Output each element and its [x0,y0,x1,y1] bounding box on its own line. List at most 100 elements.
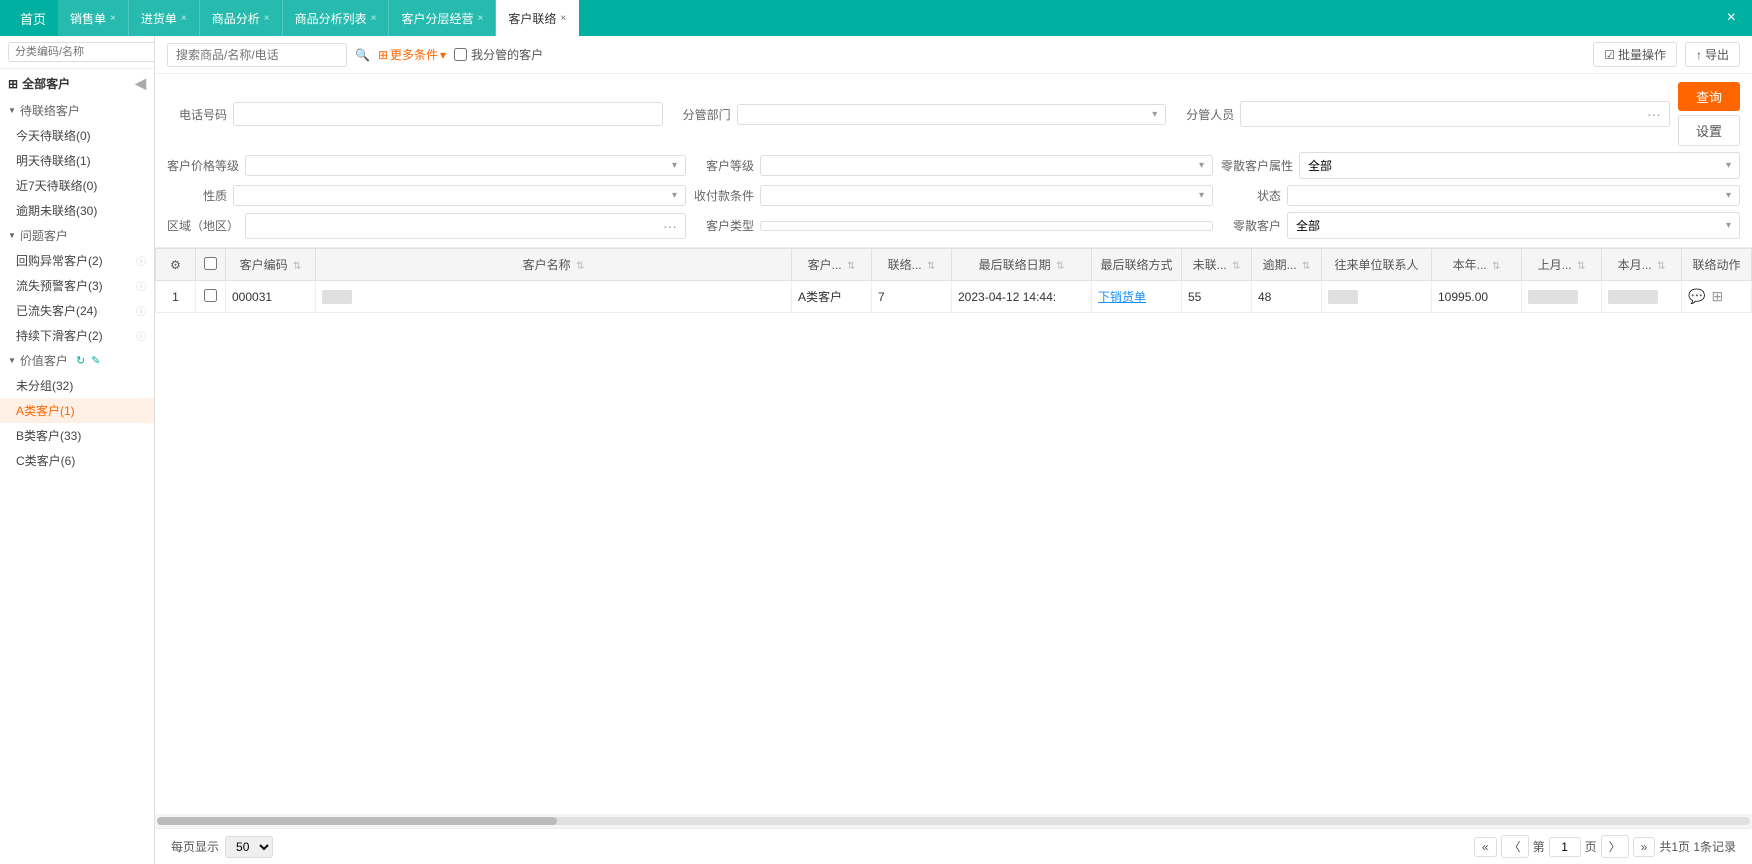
last-page-btn[interactable]: » [1633,837,1656,857]
sidebar-item-churned[interactable]: 已流失客户(24) ⓘ [0,298,154,323]
filter-bar: 🔍 ⊞ 更多条件 ▾ 我分管的客户 ☑ 批量操作 ↑ 导出 [155,36,1752,74]
col-contact-count[interactable]: 联络... ⇅ [872,249,952,281]
filter-search-input[interactable] [167,43,347,67]
col-last-month[interactable]: 上月... ⇅ [1522,249,1602,281]
nav-tab-customer-contact[interactable]: 客户联络 × [496,0,579,36]
scrollbar-thumb[interactable] [157,817,557,825]
batch-op-button[interactable]: ☑ 批量操作 [1593,42,1677,67]
grid-icon: ⊞ [8,77,18,91]
dept-select[interactable]: ▾ [737,104,1167,125]
first-page-btn[interactable]: « [1474,837,1497,857]
customer-grade-select[interactable]: ▾ [760,155,1213,176]
nav-tab-sales[interactable]: 销售单 × [58,0,129,36]
next-page-btn[interactable]: 〉 [1601,835,1629,858]
sidebar-item-7days[interactable]: 近7天待联络(0) [0,173,154,198]
close-purchase-tab[interactable]: × [181,13,187,24]
retail-customer-select[interactable]: 全部 ▾ [1287,212,1740,239]
sidebar-item-b-class[interactable]: B类客户(33) [0,423,154,448]
col-customer-type[interactable]: 客户... ⇅ [792,249,872,281]
nav-tab-analysis-list[interactable]: 商品分析列表 × [283,0,390,36]
price-grade-arrow: ▾ [672,160,677,171]
nav-tab-purchase[interactable]: 进货单 × [129,0,200,36]
edit-groups-icon[interactable]: ✎ [91,354,100,367]
nav-home[interactable]: 首页 [8,0,58,36]
row-name[interactable] [316,281,792,313]
refresh-icon[interactable]: ↻ [76,354,85,367]
problem-customers-group: ▼ 问题客户 [0,223,154,248]
select-all-checkbox[interactable] [204,257,217,270]
row-this-month [1602,281,1682,313]
prev-page-btn[interactable]: 〈 [1501,835,1529,858]
col-customer-code[interactable]: 客户编码 ⇅ [226,249,316,281]
phone-label: 电话号码 [167,106,227,123]
query-button[interactable]: 查询 [1678,82,1740,111]
row-num: 1 [156,281,196,313]
col-this-year[interactable]: 本年... ⇅ [1432,249,1522,281]
status-select[interactable]: ▾ [1287,185,1740,206]
close-sales-tab[interactable]: × [110,13,116,24]
sidebar-item-declining[interactable]: 持续下滑客户(2) ⓘ [0,323,154,348]
col-this-month[interactable]: 本月... ⇅ [1602,249,1682,281]
row-checkbox[interactable] [204,289,217,302]
sort-code-icon: ⇅ [293,261,301,272]
gender-select[interactable]: ▾ [233,185,686,206]
close-customer-tier-tab[interactable]: × [477,13,483,24]
filter-search-icon[interactable]: 🔍 [355,48,370,62]
info-icon-repurchase: ⓘ [136,253,146,268]
chat-action-icon[interactable]: 💬 [1688,288,1705,305]
gender-arrow: ▾ [672,190,677,201]
grid-action-icon[interactable]: ⊞ [1711,288,1723,305]
nav-tab-analysis[interactable]: 商品分析 × [200,0,283,36]
col-last-contact-method[interactable]: 最后联络方式 [1092,249,1182,281]
sidebar-item-churn-warning[interactable]: 流失预警客户(3) ⓘ [0,273,154,298]
price-grade-select[interactable]: ▾ [245,155,686,176]
col-last-contact-date[interactable]: 最后联络日期 ⇅ [952,249,1092,281]
close-analysis-list-tab[interactable]: × [371,13,377,24]
retail-prop-select[interactable]: 全部 ▾ [1299,152,1740,179]
close-all-button[interactable]: × [1719,9,1744,27]
col-contact-person[interactable]: 往来单位联系人 [1322,249,1432,281]
page-size-select[interactable]: 50 [225,836,273,858]
sidebar-item-tomorrow[interactable]: 明天待联络(1) [0,148,154,173]
sidebar-search-input[interactable] [8,42,155,62]
payment-select[interactable]: ▾ [760,185,1213,206]
sort-date-icon: ⇅ [1056,261,1064,272]
last-method-link[interactable]: 下销货单 [1098,290,1146,304]
col-overdue[interactable]: 逾期... ⇅ [1252,249,1322,281]
page-input[interactable] [1549,837,1581,857]
region-select[interactable]: ··· [245,213,686,239]
sort-thisyr-icon: ⇅ [1492,261,1500,272]
my-customers-checkbox-area[interactable]: 我分管的客户 [454,46,543,63]
col-customer-name[interactable]: 客户名称 ⇅ [316,249,792,281]
export-button[interactable]: ↑ 导出 [1685,42,1740,67]
col-settings[interactable]: ⚙ [156,249,196,281]
settings-button[interactable]: 设置 [1678,115,1740,146]
col-unlinked-days[interactable]: 未联... ⇅ [1182,249,1252,281]
sidebar-item-overdue[interactable]: 逾期未联络(30) [0,198,154,223]
close-customer-contact-tab[interactable]: × [560,13,566,24]
payment-arrow: ▾ [1199,190,1204,201]
table-area: ⚙ 客户编码 ⇅ 客户名称 ⇅ [155,248,1752,814]
row-last-method[interactable]: 下销货单 [1092,281,1182,313]
sidebar-item-today[interactable]: 今天待联络(0) [0,123,154,148]
my-customers-checkbox[interactable] [454,48,467,61]
horizontal-scrollbar[interactable] [155,814,1752,828]
status-label: 状态 [1221,187,1281,204]
retail-prop-label: 零散客户属性 [1221,157,1293,174]
sidebar-item-c-class[interactable]: C类客户(6) [0,448,154,473]
collapse-sidebar-btn[interactable]: ◀ [135,75,146,92]
sidebar-item-a-class[interactable]: A类客户(1) [0,398,154,423]
row-checkbox-cell[interactable] [196,281,226,313]
content-area: 🔍 ⊞ 更多条件 ▾ 我分管的客户 ☑ 批量操作 ↑ 导出 [155,36,1752,864]
customer-type-select[interactable] [760,221,1213,231]
close-analysis-tab[interactable]: × [264,13,270,24]
col-checkbox[interactable] [196,249,226,281]
sidebar-item-repurchase[interactable]: 回购异常客户(2) ⓘ [0,248,154,273]
nav-tab-customer-tier[interactable]: 客户分层经营 × [389,0,496,36]
person-select[interactable]: ··· [1240,101,1670,127]
data-table: ⚙ 客户编码 ⇅ 客户名称 ⇅ [155,248,1752,313]
status-arrow: ▾ [1726,190,1731,201]
sidebar-item-ungrouped[interactable]: 未分组(32) [0,373,154,398]
filter-more-btn[interactable]: ⊞ 更多条件 ▾ [378,46,446,63]
phone-input[interactable] [233,102,663,126]
